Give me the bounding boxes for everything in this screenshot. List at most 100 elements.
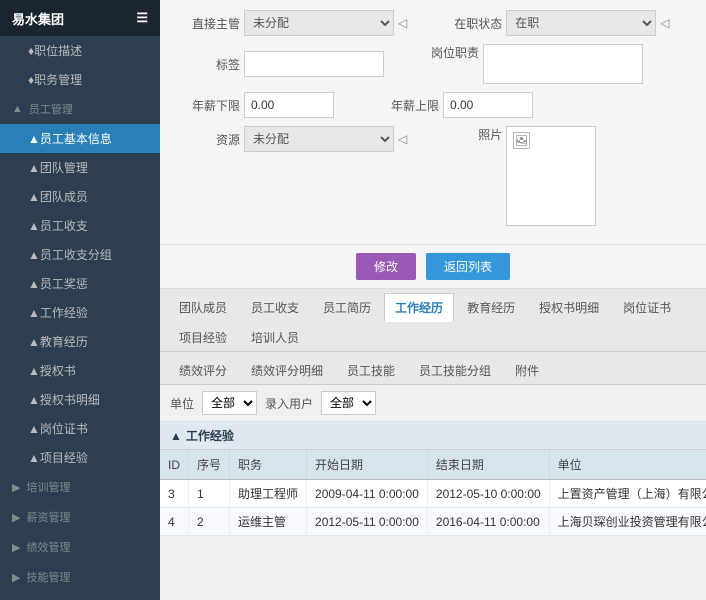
sidebar-item-salary[interactable]: ▲ 员工收支 (0, 211, 160, 240)
tab-train-staff[interactable]: 培训人员 (240, 323, 310, 351)
sidebar-item-job-desc[interactable]: ♦ 职位描述 (0, 36, 160, 65)
sidebar-item-basic-info[interactable]: ▲ 员工基本信息 (0, 124, 160, 153)
sidebar-item-salary-group[interactable]: ▲ 员工收支分组 (0, 240, 160, 269)
table-header-row: ID 序号 职务 开始日期 结束日期 单位 主要职能 (160, 450, 706, 480)
sub-tab-bar: 绩效评分 绩效评分明细 员工技能 员工技能分组 附件 (160, 352, 706, 385)
salary-max-input[interactable] (443, 92, 533, 118)
modify-button[interactable]: 修改 (356, 253, 416, 280)
tech-mgmt-icon: ▶ (12, 571, 20, 584)
salary-min-group: 年薪下限 (175, 92, 334, 118)
col-start-date: 开始日期 (307, 450, 428, 480)
action-bar: 修改 返回列表 (160, 245, 706, 289)
resource-group: 资源 未分配 ◁ (175, 126, 407, 152)
photo-icon: 🖼 (511, 131, 531, 151)
sidebar-item-work-exp[interactable]: ▲ 工作经验 (0, 298, 160, 327)
tab-team-member[interactable]: 团队成员 (168, 293, 238, 321)
sidebar-item-auth-detail[interactable]: ▲ 授权书明细 (0, 385, 160, 414)
sidebar-item-authorize[interactable]: ▲ 授权书 (0, 356, 160, 385)
perf-mgmt-icon: ▶ (12, 541, 20, 554)
salary-icon: ▲ (28, 219, 40, 233)
sidebar-item-edu-exp[interactable]: ▲ 教育经历 (0, 327, 160, 356)
section-icon: ▲ (170, 429, 182, 443)
section-header: ▲ 工作经验 (160, 422, 706, 450)
tab-auth-book[interactable]: 授权书明细 (528, 293, 610, 321)
section-title: 工作经验 (186, 427, 234, 444)
cell-seq: 1 (189, 480, 230, 508)
cell-unit: 上海贝琛创业投资管理有限公司 (549, 508, 706, 536)
sidebar-item-team-mgmt[interactable]: ▲ 团队管理 (0, 153, 160, 182)
cell-position: 运维主管 (230, 508, 307, 536)
supervisor-label: 直接主管 (175, 15, 240, 32)
cell-id: 4 (160, 508, 189, 536)
delete-button[interactable]: 返回列表 (426, 253, 510, 280)
table-row[interactable]: 3 1 助理工程师 2009-04-11 0:00:00 2012-05-10 … (160, 480, 706, 508)
train-mgmt-icon: ▶ (12, 481, 20, 494)
tab-work-exp[interactable]: 工作经历 (384, 293, 454, 322)
position-resp-label: 岗位职责 (414, 44, 479, 61)
sidebar: 易水集团 ☰ ♦ 职位描述 ♦ 职务管理 ▲ 员工管理 ▲ 员工基本信息 ▲ 团… (0, 0, 160, 600)
status-arrow-icon[interactable]: ◁ (660, 16, 669, 30)
salary-min-label: 年薪下限 (175, 97, 240, 114)
sidebar-item-team-member[interactable]: ▲ 团队成员 (0, 182, 160, 211)
resource-select[interactable]: 未分配 (244, 126, 394, 152)
tab-perf-detail[interactable]: 绩效评分明细 (240, 356, 334, 384)
salary-min-input[interactable] (244, 92, 334, 118)
sidebar-item-emp-award[interactable]: ▲ 员工奖惩 (0, 269, 160, 298)
tab-emp-skill-group[interactable]: 员工技能分组 (408, 356, 502, 384)
sidebar-contract-mgmt[interactable]: ▶ 合同管理 (0, 592, 160, 600)
table-row[interactable]: 4 2 运维主管 2012-05-11 0:00:00 2016-04-11 0… (160, 508, 706, 536)
unit-filter-select[interactable]: 全部 (202, 391, 257, 415)
filter-bar: 单位 全部 录入用户 全部 (160, 385, 706, 422)
salary-max-label: 年薪上限 (374, 97, 439, 114)
join-user-filter-select[interactable]: 全部 (321, 391, 376, 415)
menu-icon[interactable]: ☰ (136, 10, 148, 26)
sidebar-tech-mgmt[interactable]: ▶ 技能管理 (0, 562, 160, 592)
sidebar-train-mgmt[interactable]: ▶ 培训管理 (0, 472, 160, 502)
tag-input[interactable] (244, 51, 384, 77)
sidebar-item-job-mgmt[interactable]: ♦ 职务管理 (0, 65, 160, 94)
work-exp-table-section: ▲ 工作经验 ID 序号 职务 开始日期 结束日期 单位 主要职能 3 1 助理… (160, 422, 706, 600)
photo-group: 照片 🖼 (437, 126, 596, 226)
resource-label: 资源 (175, 131, 240, 148)
team-mgmt-icon: ▲ (28, 161, 40, 175)
col-id: ID (160, 450, 189, 480)
tab-edu-exp[interactable]: 教育经历 (456, 293, 526, 321)
form-row-resource: 资源 未分配 ◁ 照片 🖼 (175, 126, 691, 226)
status-select[interactable]: 在职 (506, 10, 656, 36)
tab-emp-resume[interactable]: 员工简历 (312, 293, 382, 321)
tab-project-exp[interactable]: 项目经验 (168, 323, 238, 351)
cell-end-date: 2012-05-10 0:00:00 (427, 480, 549, 508)
sidebar-item-post-cert[interactable]: ▲ 岗位证书 (0, 414, 160, 443)
tab-attachment[interactable]: 附件 (504, 356, 550, 384)
supervisor-select[interactable]: 未分配 (244, 10, 394, 36)
cell-end-date: 2016-04-11 0:00:00 (427, 508, 549, 536)
form-row-salary: 年薪下限 年薪上限 (175, 92, 691, 118)
sidebar-wage-mgmt[interactable]: ▶ 薪资管理 (0, 502, 160, 532)
team-member-icon: ▲ (28, 190, 40, 204)
supervisor-arrow-icon[interactable]: ◁ (398, 16, 407, 30)
salary-group-icon: ▲ (28, 248, 40, 262)
cell-position: 助理工程师 (230, 480, 307, 508)
sidebar-perf-mgmt[interactable]: ▶ 绩效管理 (0, 532, 160, 562)
main-tab-bar: 团队成员 员工收支 员工简历 工作经历 教育经历 授权书明细 岗位证书 项目经验… (160, 289, 706, 352)
position-resp-group: 岗位职责 (414, 44, 643, 84)
salary-max-group: 年薪上限 (374, 92, 533, 118)
tab-perf-score[interactable]: 绩效评分 (168, 356, 238, 384)
app-title: 易水集团 (12, 9, 64, 28)
sidebar-item-project-exp[interactable]: ▲ 项目经验 (0, 443, 160, 472)
basic-info-icon: ▲ (28, 132, 40, 146)
col-end-date: 结束日期 (427, 450, 549, 480)
cell-start-date: 2009-04-11 0:00:00 (307, 480, 428, 508)
work-exp-icon: ▲ (28, 306, 40, 320)
project-exp-icon: ▲ (28, 451, 40, 465)
tab-post-cert[interactable]: 岗位证书 (612, 293, 682, 321)
sidebar-employee-mgmt[interactable]: ▲ 员工管理 (0, 94, 160, 124)
position-resp-input[interactable] (483, 44, 643, 84)
tag-group: 标签 (175, 51, 384, 77)
tab-emp-skills[interactable]: 员工技能 (336, 356, 406, 384)
resource-arrow-icon[interactable]: ◁ (398, 132, 407, 146)
tab-salary[interactable]: 员工收支 (240, 293, 310, 321)
cell-unit: 上置资产管理（上海）有限公司 (549, 480, 706, 508)
cell-seq: 2 (189, 508, 230, 536)
auth-detail-icon: ▲ (28, 393, 40, 407)
